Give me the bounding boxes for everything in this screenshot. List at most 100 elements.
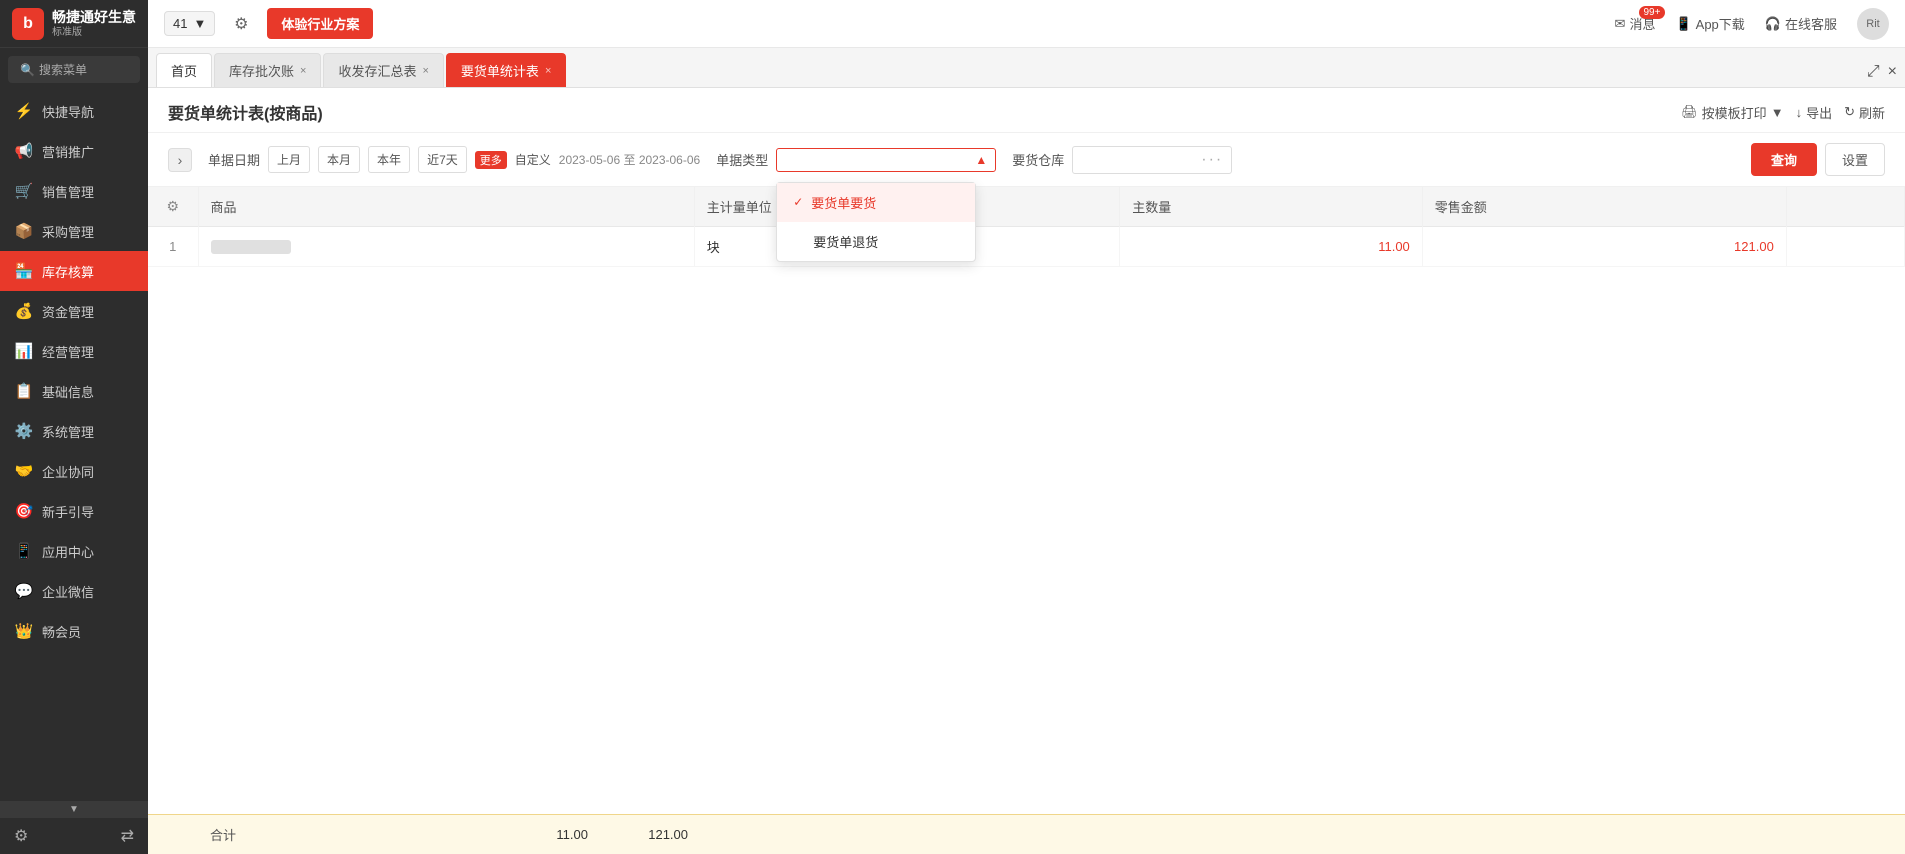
- tab-close-order-summary[interactable]: ×: [545, 65, 551, 77]
- enterprise-icon: 🤝: [14, 461, 34, 481]
- basic-info-icon: 📋: [14, 381, 34, 401]
- sidebar-item-quick-nav[interactable]: ⚡ 快捷导航: [0, 91, 148, 131]
- trial-button[interactable]: 体验行业方案: [267, 8, 373, 39]
- sidebar-item-wechat[interactable]: 💬 企业微信: [0, 571, 148, 611]
- topbar-settings-btn[interactable]: ⚙: [227, 10, 255, 38]
- sidebar-item-app-center[interactable]: 📱 应用中心: [0, 531, 148, 571]
- footer-amount-value: 121.00: [600, 827, 700, 842]
- print-chevron-icon: ▼: [1771, 105, 1784, 120]
- sidebar-item-marketing[interactable]: 📢 营销推广: [0, 131, 148, 171]
- date-custom-btn[interactable]: 自定义: [515, 151, 551, 168]
- date-filter-group: 单据日期 上月 本月 本年 近7天 更多 自定义 2023-05-06 至 20…: [208, 146, 700, 173]
- app-download-btn[interactable]: 📱 App下载: [1675, 14, 1744, 33]
- tab-close-batch-account[interactable]: ×: [300, 65, 306, 77]
- sidebar-item-system[interactable]: ⚙️ 系统管理: [0, 411, 148, 451]
- column-settings-icon[interactable]: ⚙: [166, 198, 179, 214]
- workspace-chevron-icon: ▼: [193, 16, 206, 31]
- sidebar-scroll-down[interactable]: ▼: [0, 801, 148, 817]
- sidebar-item-inventory[interactable]: 🏪 库存核算: [0, 251, 148, 291]
- sidebar-item-guide[interactable]: 🎯 新手引导: [0, 491, 148, 531]
- inventory-icon: 🏪: [14, 261, 34, 281]
- tab-batch-account[interactable]: 库存批次账 ×: [214, 53, 321, 87]
- workspace-selector[interactable]: 41 ▼: [164, 11, 215, 36]
- tab-bar-right: ⤢ ×: [1867, 63, 1897, 81]
- date-filter-label: 单据日期: [208, 150, 260, 169]
- tab-close-receive-summary[interactable]: ×: [422, 65, 428, 77]
- sales-icon: 🛒: [14, 181, 34, 201]
- sidebar-item-finance[interactable]: 💰 资金管理: [0, 291, 148, 331]
- tab-close-all-icon[interactable]: ×: [1888, 63, 1897, 81]
- main-content: 41 ▼ ⚙ 体验行业方案 ✉ 消息 99+ 📱 App下载 🎧 在线客服: [148, 0, 1905, 854]
- row-goods: [198, 227, 694, 267]
- sidebar-item-operations[interactable]: 📊 经营管理: [0, 331, 148, 371]
- sidebar-item-basic-info[interactable]: 📋 基础信息: [0, 371, 148, 411]
- filter-settings-button[interactable]: 设置: [1825, 143, 1885, 176]
- top-bar: 41 ▼ ⚙ 体验行业方案 ✉ 消息 99+ 📱 App下载 🎧 在线客服: [148, 0, 1905, 48]
- tab-order-summary[interactable]: 要货单统计表 ×: [446, 53, 566, 87]
- sidebar-bottom: ⚙ ⇄: [0, 817, 148, 854]
- collapse-icon[interactable]: ⇄: [121, 826, 134, 846]
- filter-actions: 查询 设置: [1751, 143, 1885, 176]
- sidebar-item-enterprise[interactable]: 🤝 企业协同: [0, 451, 148, 491]
- goods-blurred: [211, 240, 291, 254]
- warehouse-filter-select[interactable]: ···: [1072, 146, 1232, 174]
- date-more-tag[interactable]: 更多: [475, 151, 507, 169]
- refresh-btn[interactable]: ↻ 刷新: [1844, 103, 1885, 122]
- tab-maximize-icon[interactable]: ⤢: [1867, 63, 1880, 81]
- online-service-btn[interactable]: 🎧 在线客服: [1765, 14, 1837, 33]
- row-amount: 121.00: [1422, 227, 1786, 267]
- sidebar-item-member[interactable]: 👑 畅会员: [0, 611, 148, 651]
- service-icon: 🎧: [1765, 16, 1781, 32]
- type-filter-chevron-icon: ▲: [975, 153, 987, 167]
- page-title: 要货单统计表(按商品): [168, 100, 323, 124]
- export-btn[interactable]: ↓ 导出: [1796, 103, 1833, 122]
- sidebar-item-sales[interactable]: 🛒 销售管理: [0, 171, 148, 211]
- tab-home[interactable]: 首页: [156, 53, 212, 87]
- refresh-icon: ↻: [1844, 104, 1855, 120]
- sidebar-item-purchase[interactable]: 📦 采购管理: [0, 211, 148, 251]
- page-header: 要货单统计表(按商品) 🖨 按模板打印 ▼ ↓ 导出 ↻ 刷新: [148, 88, 1905, 133]
- print-icon: 🖨: [1681, 104, 1698, 120]
- download-icon: 📱: [1675, 16, 1691, 32]
- user-avatar[interactable]: Rit: [1857, 8, 1889, 40]
- dropdown-item-order-goods[interactable]: ✓ 要货单要货: [777, 183, 975, 222]
- query-button[interactable]: 查询: [1751, 143, 1817, 176]
- app-center-icon: 📱: [14, 541, 34, 561]
- tab-receive-summary[interactable]: 收发存汇总表 ×: [323, 53, 443, 87]
- page-actions: 🖨 按模板打印 ▼ ↓ 导出 ↻ 刷新: [1681, 103, 1885, 122]
- dropdown-item-order-return[interactable]: 要货单退货: [777, 222, 975, 261]
- sidebar-nav: ⚡ 快捷导航 📢 营销推广 🛒 销售管理 📦 采购管理 🏪 库存核算 💰 资金管…: [0, 91, 148, 801]
- top-bar-right: ✉ 消息 99+ 📱 App下载 🎧 在线客服 Rit: [1615, 8, 1889, 40]
- col-header-goods: 商品: [198, 187, 694, 227]
- date-btn-last-month[interactable]: 上月: [268, 146, 310, 173]
- marketing-icon: 📢: [14, 141, 34, 161]
- type-filter-label: 单据类型: [716, 150, 768, 169]
- warehouse-filter-group: 要货仓库 ···: [1012, 146, 1232, 174]
- tab-bar: 首页 库存批次账 × 收发存汇总表 × 要货单统计表 × ⤢ ×: [148, 48, 1905, 88]
- col-header-empty: [1786, 187, 1904, 227]
- type-filter-select[interactable]: ▲: [776, 148, 996, 172]
- quick-nav-icon: ⚡: [14, 101, 34, 121]
- purchase-icon: 📦: [14, 221, 34, 241]
- filter-expand-btn[interactable]: ›: [168, 148, 192, 172]
- footer-quantity-value: 11.00: [500, 827, 600, 842]
- messages-btn[interactable]: ✉ 消息 99+: [1615, 14, 1656, 33]
- warehouse-filter-label: 要货仓库: [1012, 150, 1064, 169]
- workspace-number: 41: [173, 16, 187, 31]
- footer-total-label: 合计: [160, 825, 500, 844]
- member-icon: 👑: [14, 621, 34, 641]
- print-template-btn[interactable]: 🖨 按模板打印 ▼: [1681, 103, 1783, 122]
- date-btn-7days[interactable]: 近7天: [418, 146, 467, 173]
- row-no: 1: [148, 227, 198, 267]
- guide-icon: 🎯: [14, 501, 34, 521]
- sidebar-search[interactable]: 🔍 搜索菜单: [8, 56, 140, 83]
- sidebar: b 畅捷通好生意 标准版 🔍 搜索菜单 ⚡ 快捷导航 📢 营销推广 🛒 销售管理…: [0, 0, 148, 854]
- data-table: ⚙ 商品 主计量单位 主数量 零售金额 1 块 11.00 1: [148, 187, 1905, 267]
- table-row: 1 块 11.00 121.00: [148, 227, 1905, 267]
- settings-bottom-icon[interactable]: ⚙: [14, 826, 28, 846]
- message-icon: ✉: [1615, 16, 1626, 32]
- date-btn-this-month[interactable]: 本月: [318, 146, 360, 173]
- date-btn-this-year[interactable]: 本年: [368, 146, 410, 173]
- warehouse-dots-icon: ···: [1201, 151, 1223, 169]
- wechat-icon: 💬: [14, 581, 34, 601]
